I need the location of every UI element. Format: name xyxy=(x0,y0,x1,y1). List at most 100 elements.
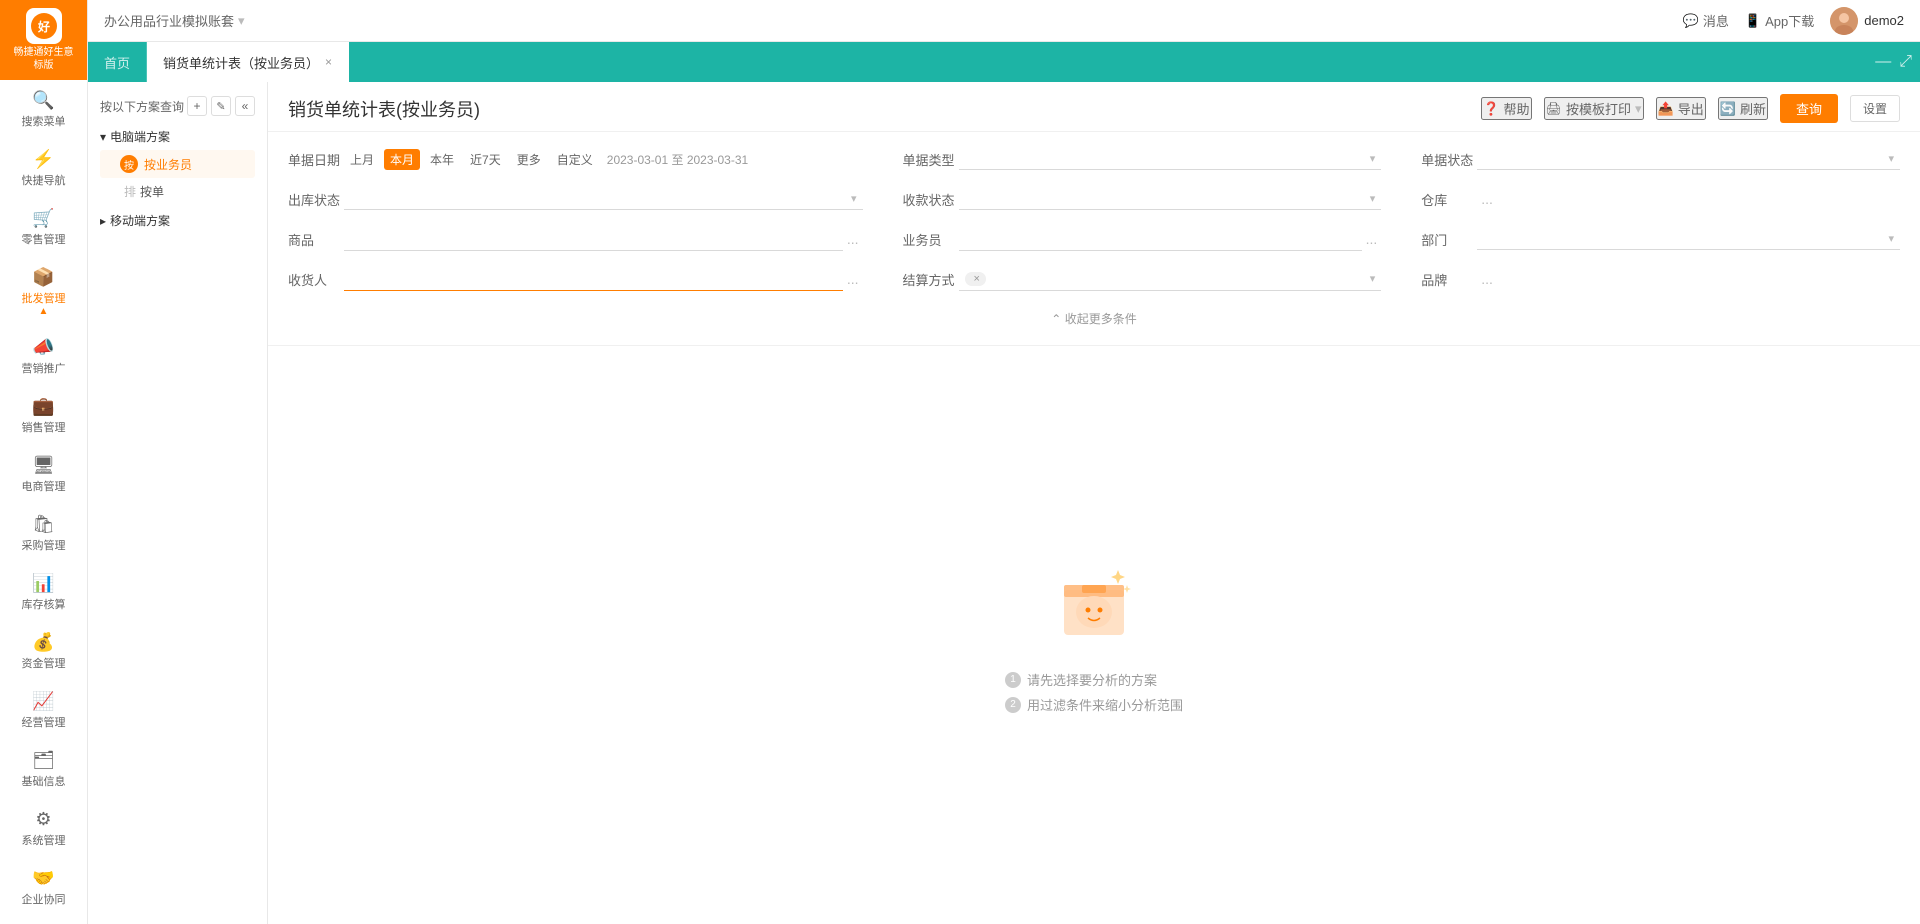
wholesale-icon: 📦 xyxy=(32,267,54,288)
filter-type: 单据类型 ▾ xyxy=(903,148,1382,170)
warehouse-dots[interactable]: ... xyxy=(1477,189,1497,209)
sep6 xyxy=(1381,224,1421,254)
collapse-label: 收起更多条件 xyxy=(1065,312,1137,326)
tip1-num: 1 xyxy=(1005,672,1021,688)
sidebar-item-corp[interactable]: 🤝 企业协同 xyxy=(0,858,87,917)
warehouse-label: 仓库 xyxy=(1421,190,1477,209)
pay-select[interactable]: ▾ xyxy=(959,188,1382,210)
tab-home[interactable]: 首页 xyxy=(88,42,147,82)
retail-icon: 🛒 xyxy=(32,208,54,229)
filter-row-4: 收货人 ... 结算方式 × ▾ xyxy=(288,264,1900,294)
ship-select[interactable]: ▾ xyxy=(344,188,863,210)
download-btn[interactable]: 📱 App下载 xyxy=(1745,11,1814,30)
sidebar-item-finance[interactable]: 💰 资金管理 xyxy=(0,622,87,681)
tree-mobile-group-header[interactable]: ▸ 移动端方案 xyxy=(96,208,259,233)
filter-dept: 部门 ▾ xyxy=(1421,228,1900,250)
sidebar: 好 畅捷通好生意 标版 🔍 搜索菜单 ⚡ 快捷导航 🛒 零售管理 📦 批发管理 … xyxy=(0,0,88,924)
salesman-input[interactable] xyxy=(959,227,1362,251)
topbar: 办公用品行业模拟账套 ▾ 💬 消息 📱 App下载 demo2 xyxy=(88,0,1920,42)
filter-date: 单据日期 上月 本月 本年 近7天 更多 自定义 2023-03-01 至 20… xyxy=(288,149,863,170)
tab-close-btn[interactable]: × xyxy=(325,55,332,69)
salesman-dots[interactable]: ... xyxy=(1362,229,1382,249)
query-btn[interactable]: 查询 xyxy=(1780,94,1838,123)
date-tab-last-month[interactable]: 上月 xyxy=(344,149,380,170)
tab-sales-report[interactable]: 销货单统计表（按业务员） × xyxy=(147,42,349,82)
date-tab-7days[interactable]: 近7天 xyxy=(464,149,507,170)
user-name: demo2 xyxy=(1864,13,1904,28)
consignee-dots[interactable]: ... xyxy=(843,269,863,289)
sidebar-menu: 🔍 搜索菜单 ⚡ 快捷导航 🛒 零售管理 📦 批发管理 ▲ 📣 营销推广 💼 销… xyxy=(0,80,87,924)
settings-btn[interactable]: 设置 xyxy=(1850,95,1900,122)
corp-icon: 🤝 xyxy=(32,868,54,889)
brand-dots[interactable]: ... xyxy=(1477,269,1497,289)
refresh-btn[interactable]: 🔄 刷新 xyxy=(1718,97,1768,120)
payment-arrow: ▾ xyxy=(1370,272,1376,285)
type-arrow: ▾ xyxy=(1370,152,1376,165)
sidebar-item-basic[interactable]: 🗂 基础信息 xyxy=(0,740,87,799)
refresh-icon: 🔄 xyxy=(1720,101,1736,117)
add-scheme-btn[interactable]: + xyxy=(187,96,207,116)
sep1 xyxy=(863,144,903,174)
left-panel: 按以下方案查询 + ✎ « ▾ 电脑端方案 按 按业务员 xyxy=(88,82,268,924)
tree-pc-group-header[interactable]: ▾ 电脑端方案 xyxy=(96,124,259,149)
logo-icon: 好 xyxy=(26,8,62,44)
type-label: 单据类型 xyxy=(903,150,959,169)
date-tab-this-month[interactable]: 本月 xyxy=(384,149,420,170)
sidebar-item-wholesale[interactable]: 📦 批发管理 ▲ xyxy=(0,257,87,327)
collapse-panel-btn[interactable]: « xyxy=(235,96,255,116)
sep4 xyxy=(1381,184,1421,214)
date-tab-custom[interactable]: 自定义 xyxy=(551,149,599,170)
sidebar-item-retail[interactable]: 🛒 零售管理 xyxy=(0,198,87,257)
collapse-icon: ⌃ xyxy=(1051,312,1061,326)
topbar-dropdown-icon[interactable]: ▾ xyxy=(238,13,245,29)
consignee-input[interactable] xyxy=(344,267,843,291)
tree-section: ▾ 电脑端方案 按 按业务员 排 按单 ▸ 移动端方案 xyxy=(88,122,267,235)
status-select[interactable]: ▾ xyxy=(1477,148,1900,170)
sep7 xyxy=(863,264,903,294)
messages-btn[interactable]: 💬 消息 xyxy=(1683,11,1729,30)
goods-dots[interactable]: ... xyxy=(843,229,863,249)
quick-icon: ⚡ xyxy=(32,149,54,170)
search-icon: 🔍 xyxy=(32,90,54,111)
edit-scheme-btn[interactable]: ✎ xyxy=(211,96,231,116)
tab-minimize-btn[interactable]: — xyxy=(1875,53,1891,71)
help-btn[interactable]: ❓ 帮助 xyxy=(1481,97,1531,120)
payment-tag-close[interactable]: × xyxy=(974,273,980,285)
filter-status: 单据状态 ▾ xyxy=(1421,148,1900,170)
export-btn[interactable]: 📤 导出 xyxy=(1656,97,1706,120)
sidebar-item-ecommerce[interactable]: 🖥 电商管理 xyxy=(0,445,87,504)
filter-row-3: 商品 ... 业务员 ... 部门 xyxy=(288,224,1900,254)
tree-pc-label: 电脑端方案 xyxy=(110,128,170,145)
sidebar-item-sales[interactable]: 💼 销售管理 xyxy=(0,386,87,445)
dept-select[interactable]: ▾ xyxy=(1477,228,1900,250)
tree-item-salesperson[interactable]: 按 按业务员 xyxy=(100,150,255,178)
tab-maximize-btn[interactable]: ⤢ xyxy=(1899,53,1912,71)
type-select[interactable]: ▾ xyxy=(959,148,1382,170)
sidebar-item-stock[interactable]: 📊 库存核算 xyxy=(0,563,87,622)
sidebar-item-business[interactable]: 📈 经营管理 xyxy=(0,681,87,740)
svg-text:好: 好 xyxy=(36,19,49,34)
tip1-text: 请先选择要分析的方案 xyxy=(1027,670,1157,689)
user-area[interactable]: demo2 xyxy=(1830,7,1904,35)
payment-select[interactable]: × ▾ xyxy=(959,268,1382,291)
sidebar-item-purchase[interactable]: 🛍 采购管理 xyxy=(0,504,87,563)
date-tab-this-year[interactable]: 本年 xyxy=(424,149,460,170)
tab-sales-report-label: 销货单统计表（按业务员） xyxy=(163,53,319,72)
payment-label: 结算方式 xyxy=(903,270,959,289)
sidebar-item-newbie[interactable]: 🎓 新手引导 xyxy=(0,917,87,924)
collapse-bar[interactable]: ⌃ 收起更多条件 xyxy=(288,304,1900,333)
tree-sub-item-order[interactable]: 排 按单 xyxy=(96,179,259,204)
sep3 xyxy=(863,184,903,214)
filter-goods: 商品 ... xyxy=(288,227,863,251)
left-panel-header-btns: + ✎ « xyxy=(187,96,255,116)
pay-label: 收款状态 xyxy=(903,190,959,209)
date-tab-more[interactable]: 更多 xyxy=(511,149,547,170)
goods-input[interactable] xyxy=(344,227,843,251)
sidebar-item-marketing[interactable]: 📣 营销推广 xyxy=(0,327,87,386)
sidebar-item-search[interactable]: 🔍 搜索菜单 xyxy=(0,80,87,139)
filter-payment: 结算方式 × ▾ xyxy=(903,268,1382,291)
sidebar-item-system[interactable]: ⚙ 系统管理 xyxy=(0,799,87,858)
ship-arrow: ▾ xyxy=(851,192,857,205)
sidebar-item-quick[interactable]: ⚡ 快捷导航 xyxy=(0,139,87,198)
print-btn[interactable]: 🖨 按模板打印 ▾ xyxy=(1544,97,1644,120)
